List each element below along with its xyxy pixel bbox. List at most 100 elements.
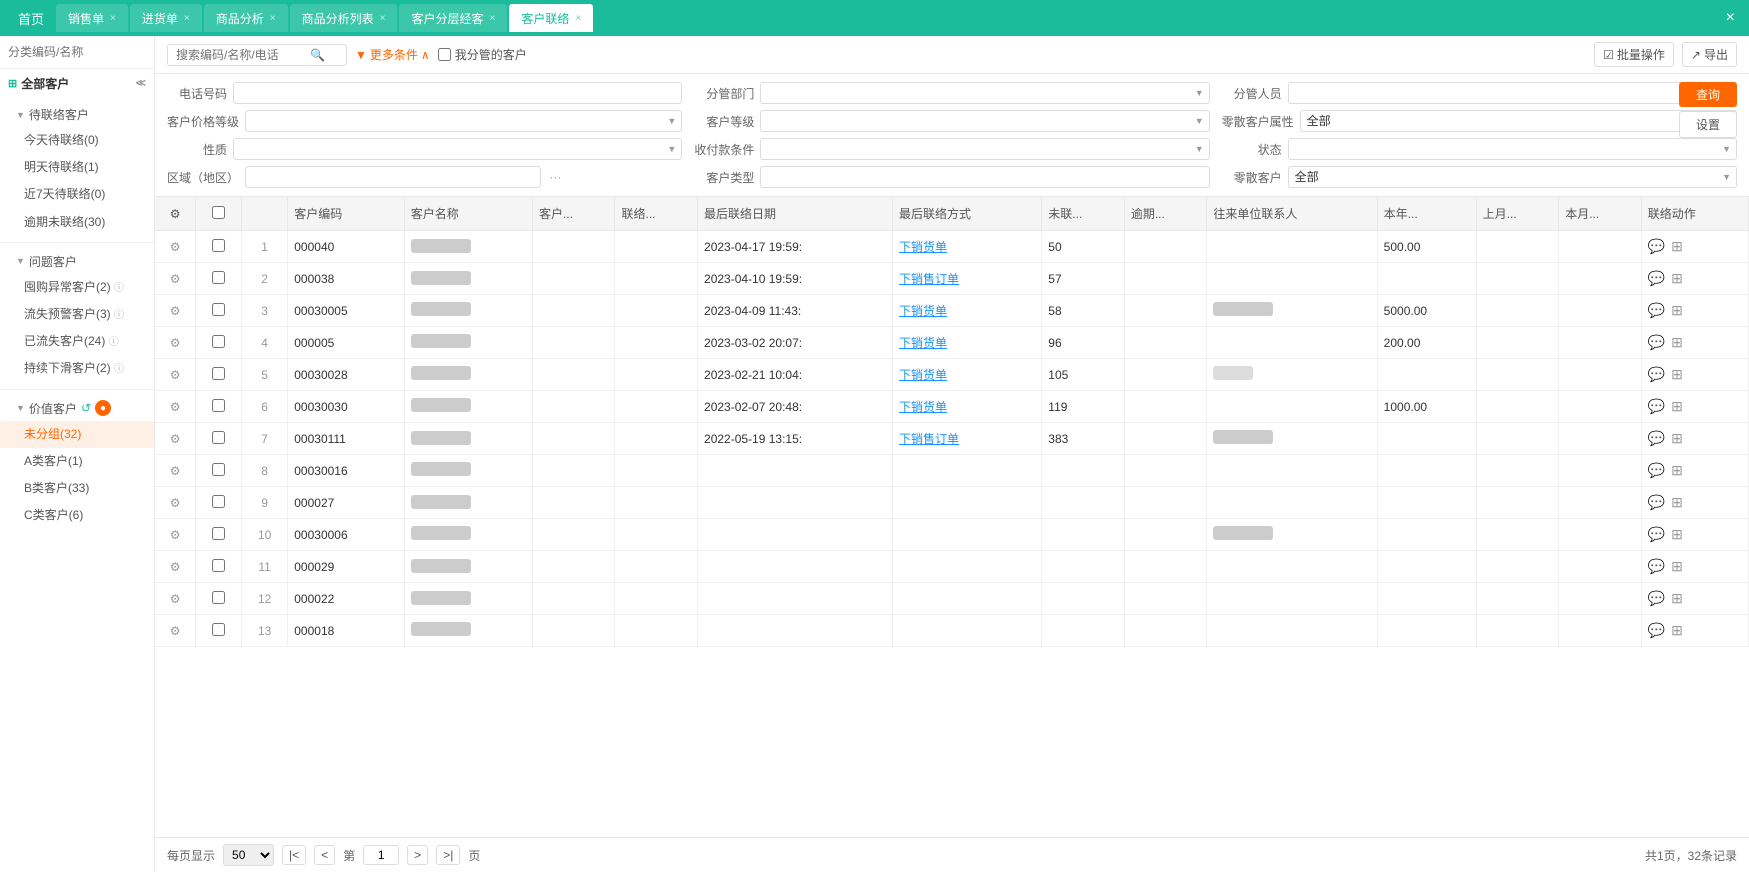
row-settings[interactable]: ⚙ [155, 519, 196, 551]
customer-level-select[interactable] [760, 110, 1209, 132]
tab-customer-segment-close[interactable]: × [489, 13, 495, 24]
col-unit-contact[interactable]: 往来单位联系人 [1207, 197, 1377, 231]
contact-type-link[interactable]: 下销货单 [899, 240, 947, 254]
row-checkbox[interactable] [196, 327, 242, 359]
row-settings[interactable]: ⚙ [155, 391, 196, 423]
action-chat-icon[interactable]: 💬 [1648, 494, 1665, 511]
col-last-contact-type[interactable]: 最后联络方式 [893, 197, 1042, 231]
filter-search-box[interactable]: 🔍 [167, 44, 347, 66]
tab-product-list-close[interactable]: × [380, 13, 386, 24]
contact-type-link[interactable]: 下销货单 [899, 400, 947, 414]
row-check[interactable] [212, 431, 225, 444]
row-settings[interactable]: ⚙ [155, 231, 196, 263]
action-grid-icon[interactable]: ⊞ [1671, 558, 1683, 575]
retail-cust-select[interactable]: 全部 [1288, 166, 1737, 188]
prev-page-button[interactable]: < [314, 845, 335, 865]
col-checkbox[interactable] [196, 197, 242, 231]
home-tab[interactable]: 首页 [8, 9, 54, 28]
region-input[interactable] [245, 166, 541, 188]
action-grid-icon[interactable]: ⊞ [1671, 590, 1683, 607]
row-settings[interactable]: ⚙ [155, 295, 196, 327]
filter-search-icon[interactable]: 🔍 [310, 48, 325, 62]
sidebar-item-declining[interactable]: 持续下滑客户(2) ⓘ [0, 355, 154, 382]
cust-type-input[interactable] [760, 166, 1209, 188]
sidebar-item-class-c[interactable]: C类客户(6) [0, 502, 154, 529]
sidebar-item-churned[interactable]: 已流失客户(24) ⓘ [0, 328, 154, 355]
action-chat-icon[interactable]: 💬 [1648, 302, 1665, 319]
row-checkbox[interactable] [196, 263, 242, 295]
row-check[interactable] [212, 367, 225, 380]
row-settings[interactable]: ⚙ [155, 551, 196, 583]
sidebar-item-today[interactable]: 今天待联络(0) [0, 127, 154, 154]
col-code[interactable]: 客户编码 [288, 197, 405, 231]
nature-select[interactable] [233, 138, 682, 160]
action-grid-icon[interactable]: ⊞ [1671, 494, 1683, 511]
contact-type-link[interactable]: 下销货单 [899, 368, 947, 382]
payment-select[interactable] [760, 138, 1209, 160]
tab-customer-contact[interactable]: 客户联络 × [509, 4, 593, 32]
refresh-icon[interactable]: ↺ [81, 401, 91, 415]
row-checkbox[interactable] [196, 423, 242, 455]
action-grid-icon[interactable]: ⊞ [1671, 302, 1683, 319]
action-chat-icon[interactable]: 💬 [1648, 526, 1665, 543]
all-customers-header[interactable]: ⊞ 全部客户 ≪ [0, 69, 154, 98]
row-settings[interactable]: ⚙ [155, 263, 196, 295]
first-page-button[interactable]: |< [282, 845, 306, 865]
page-input[interactable] [363, 845, 399, 865]
manager-input[interactable] [1288, 82, 1717, 104]
contact-type-link[interactable]: 下销售订单 [899, 432, 959, 446]
col-type[interactable]: 客户... [532, 197, 615, 231]
tab-sales-close[interactable]: × [110, 13, 116, 24]
window-close-button[interactable]: × [1720, 9, 1741, 27]
row-check[interactable] [212, 623, 225, 636]
query-button[interactable]: 查询 [1679, 82, 1737, 107]
tab-product-analysis[interactable]: 商品分析 × [204, 4, 288, 32]
col-last-month[interactable]: 上月... [1476, 197, 1559, 231]
row-checkbox[interactable] [196, 231, 242, 263]
col-overdue[interactable]: 逾期... [1124, 197, 1207, 231]
contact-type-link[interactable]: 下销售订单 [899, 272, 959, 286]
reset-button[interactable]: 设置 [1679, 111, 1737, 138]
status-select[interactable] [1288, 138, 1737, 160]
row-check[interactable] [212, 239, 225, 252]
action-grid-icon[interactable]: ⊞ [1671, 366, 1683, 383]
tab-product-list[interactable]: 商品分析列表 × [290, 4, 398, 32]
pending-contact-header[interactable]: ▼ 待联络客户 [0, 102, 154, 127]
action-chat-icon[interactable]: 💬 [1648, 366, 1665, 383]
col-settings[interactable]: ⚙ [155, 197, 196, 231]
region-dots[interactable]: ··· [549, 170, 561, 184]
filter-more-button[interactable]: ▼ 更多条件 ∧ [355, 46, 430, 63]
price-level-select[interactable] [245, 110, 682, 132]
row-settings[interactable]: ⚙ [155, 359, 196, 391]
dept-select[interactable] [760, 82, 1209, 104]
row-check[interactable] [212, 559, 225, 572]
row-settings[interactable]: ⚙ [155, 327, 196, 359]
phone-input[interactable] [233, 82, 682, 104]
row-checkbox[interactable] [196, 615, 242, 647]
action-chat-icon[interactable]: 💬 [1648, 238, 1665, 255]
action-chat-icon[interactable]: 💬 [1648, 430, 1665, 447]
action-grid-icon[interactable]: ⊞ [1671, 622, 1683, 639]
export-button[interactable]: ↗ 导出 [1682, 42, 1737, 67]
next-page-button[interactable]: > [407, 845, 428, 865]
sidebar-item-7days[interactable]: 近7天待联络(0) [0, 181, 154, 208]
row-settings[interactable]: ⚙ [155, 583, 196, 615]
row-check[interactable] [212, 527, 225, 540]
action-chat-icon[interactable]: 💬 [1648, 270, 1665, 287]
collapse-icon[interactable]: ≪ [136, 78, 146, 89]
row-check[interactable] [212, 399, 225, 412]
row-check[interactable] [212, 335, 225, 348]
row-checkbox[interactable] [196, 487, 242, 519]
action-grid-icon[interactable]: ⊞ [1671, 526, 1683, 543]
sidebar-item-ungrouped[interactable]: 未分组(32) [0, 421, 154, 448]
row-checkbox[interactable] [196, 583, 242, 615]
sidebar-item-abnormal[interactable]: 囤购异常客户(2) ⓘ [0, 274, 154, 301]
problem-customers-header[interactable]: ▼ 问题客户 [0, 249, 154, 274]
tab-purchase-close[interactable]: × [184, 13, 190, 24]
action-chat-icon[interactable]: 💬 [1648, 462, 1665, 479]
tab-sales[interactable]: 销售单 × [56, 4, 128, 32]
col-not-contacted[interactable]: 未联... [1042, 197, 1125, 231]
row-check[interactable] [212, 303, 225, 316]
row-checkbox[interactable] [196, 551, 242, 583]
action-chat-icon[interactable]: 💬 [1648, 398, 1665, 415]
